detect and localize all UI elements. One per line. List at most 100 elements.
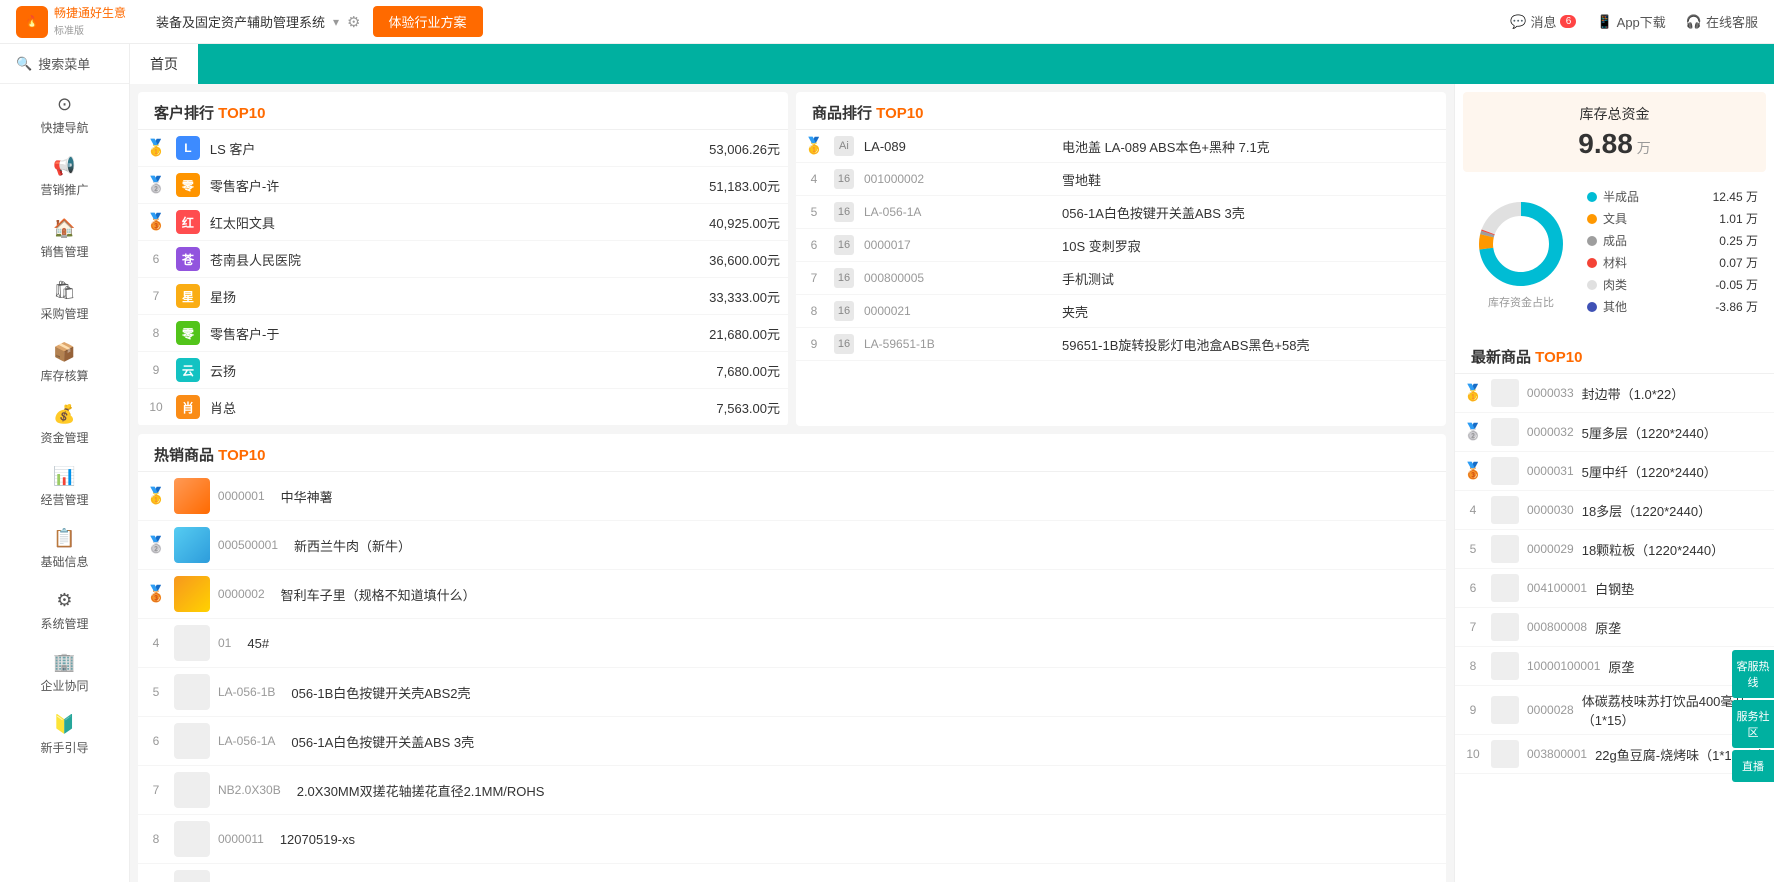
rank-badge-1: L (176, 136, 200, 160)
inventory-total-section: 库存总资金 9.88 万 (1463, 92, 1766, 172)
product-img-6 (174, 723, 210, 759)
service-community-btn[interactable]: 服务社区 (1732, 700, 1774, 748)
sales-icon: 🏠 (53, 218, 75, 239)
table-row[interactable]: 6 16 0000017 10S 变刺罗寂 (796, 229, 1446, 262)
inventory-unit: 万 (1637, 140, 1651, 156)
sidebar-item-enterprise[interactable]: 🏢 企业协同 (0, 642, 129, 704)
np-img-3 (1491, 457, 1519, 485)
system-selector[interactable]: 装备及固定资产辅助管理系统 ▾ ⚙ (156, 12, 361, 31)
np-img-10 (1491, 740, 1519, 768)
table-row[interactable]: 🥇 L LS 客户 53,006.26元 (138, 130, 788, 167)
rank-name-1: LS 客户 (210, 139, 699, 158)
sidebar-item-operation[interactable]: 📊 经营管理 (0, 456, 129, 518)
table-row[interactable]: 🥈 零 零售客户-许 51,183.00元 (138, 167, 788, 204)
legend-item-1: 文具 1.01 万 (1587, 210, 1758, 227)
search-icon: 🔍 (16, 56, 32, 72)
list-item[interactable]: 4 0000030 18多层（1220*2440） (1455, 491, 1774, 530)
table-row[interactable]: 4 16 001000002 雪地鞋 (796, 163, 1446, 196)
message-btn[interactable]: 💬 消息 6 (1510, 12, 1576, 31)
list-item[interactable]: 🥇 0000001 中华神薯 (138, 472, 1446, 521)
medal-3-icon: 🥉 (146, 212, 166, 232)
list-item[interactable]: 5 0000029 18颗粒板（1220*2440） (1455, 530, 1774, 569)
tab-home[interactable]: 首页 (130, 44, 198, 84)
table-row[interactable]: 7 16 000800005 手机测试 (796, 262, 1446, 295)
table-row[interactable]: 10 肖 肖总 7,563.00元 (138, 389, 788, 426)
table-row[interactable]: 6 苍 苍南县人民医院 36,600.00元 (138, 241, 788, 278)
app-download-btn[interactable]: 📱 App下载 (1596, 12, 1665, 31)
main-layout: 🔍 搜索菜单 ⊙ 快捷导航 📢 营销推广 🏠 销售管理 🛍 采购管理 📦 库存核… (0, 44, 1774, 882)
inventory-amount: 9.88 (1578, 128, 1633, 159)
product-img-1 (174, 478, 210, 514)
search-menu-btn[interactable]: 🔍 搜索菜单 (0, 44, 129, 84)
basic-icon: 📋 (53, 528, 75, 549)
table-row[interactable]: 🥉 红 红太阳文具 40,925.00元 (138, 204, 788, 241)
legend-dot-3 (1587, 258, 1597, 268)
table-row[interactable]: 9 云 云扬 7,680.00元 (138, 352, 788, 389)
table-row[interactable]: 8 16 0000021 夹壳 (796, 295, 1446, 328)
list-item[interactable]: 8 0000011 12070519-xs (138, 815, 1446, 864)
list-item[interactable]: 7 000800008 原垄 (1455, 608, 1774, 647)
customer-service-btn[interactable]: 客服热线 (1732, 650, 1774, 698)
list-item[interactable]: 🥇 0000033 封边带（1.0*22） (1455, 374, 1774, 413)
customer-ranking-section: 客户排行 TOP10 🥇 L LS 客户 53,006.26元 (138, 92, 788, 426)
table-row[interactable]: 🥇 Ai LA-089 电池盖 LA-089 ABS本色+黑种 7.1克 (796, 130, 1446, 163)
table-row[interactable]: 5 16 LA-056-1A 056-1A白色按键开关盖ABS 3壳 (796, 196, 1446, 229)
trial-button[interactable]: 体验行业方案 (373, 6, 483, 37)
sidebar-item-marketing[interactable]: 📢 营销推广 (0, 146, 129, 208)
list-item[interactable]: 🥈 000500001 新西兰牛肉（新牛） (138, 521, 1446, 570)
sidebar-item-quick-nav[interactable]: ⊙ 快捷导航 (0, 84, 129, 146)
phone-icon: 📱 (1596, 14, 1612, 30)
gear-icon[interactable]: ⚙ (347, 13, 360, 31)
page-content: 客户排行 TOP10 🥇 L LS 客户 53,006.26元 (130, 84, 1774, 882)
inventory-icon: 📦 (53, 342, 75, 363)
np-img-8 (1491, 652, 1519, 680)
enterprise-icon: 🏢 (53, 652, 75, 673)
legend-dot-2 (1587, 236, 1597, 246)
np-img-1 (1491, 379, 1519, 407)
list-item[interactable]: 8 10000100001 原垄 (1455, 647, 1774, 686)
list-item[interactable]: 4 01 45# (138, 619, 1446, 668)
medal-1-icon: 🥇 (146, 138, 166, 158)
rank-badge-5: 星 (176, 284, 200, 308)
list-item[interactable]: 5 LA-056-1B 056-1B白色按键开关壳ABS2壳 (138, 668, 1446, 717)
sidebar-item-purchase[interactable]: 🛍 采购管理 (0, 270, 129, 332)
table-row[interactable]: 9 16 LA-59651-1B 59651-1B旋转投影灯电池盒ABS黑色+5… (796, 328, 1446, 361)
purchase-icon: 🛍 (53, 280, 76, 301)
new-products-title: 最新商品 TOP10 (1455, 336, 1774, 373)
product-img-3 (174, 576, 210, 612)
list-item[interactable]: 9 0000028 体碳荔枝味苏打饮品400毫升（1*15） (1455, 686, 1774, 735)
sidebar-item-basic[interactable]: 📋 基础信息 (0, 518, 129, 580)
system-icon: ⚙ (56, 590, 72, 611)
sidebar-item-sales[interactable]: 🏠 销售管理 (0, 208, 129, 270)
list-item[interactable]: 10 003800001 22g鱼豆腐-烧烤味（1*12*20） (1455, 735, 1774, 774)
np-img-5 (1491, 535, 1519, 563)
sidebar-item-finance[interactable]: 💰 资金管理 (0, 394, 129, 456)
live-btn[interactable]: 直播 (1732, 750, 1774, 782)
table-row[interactable]: 7 星 星扬 33,333.00元 (138, 278, 788, 315)
list-item[interactable]: 🥈 0000032 5厘多层（1220*2440） (1455, 413, 1774, 452)
operation-icon: 📊 (53, 466, 75, 487)
list-item[interactable]: 6 004100001 白钢垫 (1455, 569, 1774, 608)
list-item[interactable]: 🥉 0000002 智利车子里（规格不知道填什么） (138, 570, 1446, 619)
sidebar-item-system[interactable]: ⚙ 系统管理 (0, 580, 129, 642)
legend-item-2: 成品 0.25 万 (1587, 232, 1758, 249)
list-item[interactable]: 7 NB2.0X30B 2.0X30MM双搓花轴搓花直径2.1MM/ROHS (138, 766, 1446, 815)
new-products-list: 🥇 0000033 封边带（1.0*22） 🥈 0000032 5厘多层（122… (1455, 374, 1774, 774)
float-panel: 客服热线 服务社区 直播 (1732, 650, 1774, 782)
online-service-btn[interactable]: 🎧 在线客服 (1686, 12, 1758, 31)
dropdown-arrow-icon[interactable]: ▾ (333, 15, 339, 29)
rank-badge-2: 零 (176, 173, 200, 197)
table-row[interactable]: 8 零 零售客户-于 21,680.00元 (138, 315, 788, 352)
list-item[interactable]: 9 KK-SD22110H 花语萌恒温分腿睡袋（厚款） (138, 864, 1446, 882)
np-img-6 (1491, 574, 1519, 602)
sidebar-item-inventory[interactable]: 📦 库存核算 (0, 332, 129, 394)
sidebar-item-guide[interactable]: 🔰 新手引导 (0, 704, 129, 766)
donut-chart-container: 库存资金占比 半成品 12.45 万 文具 1.01 万 (1455, 180, 1774, 328)
logo-text: 畅捷通好生意 (54, 6, 126, 22)
np-img-2 (1491, 418, 1519, 446)
headset-icon: 🎧 (1686, 14, 1702, 30)
legend-item-5: 其他 -3.86 万 (1587, 298, 1758, 315)
medal-2-icon: 🥈 (146, 175, 166, 195)
list-item[interactable]: 6 LA-056-1A 056-1A白色按键开关盖ABS 3壳 (138, 717, 1446, 766)
list-item[interactable]: 🥉 0000031 5厘中纤（1220*2440） (1455, 452, 1774, 491)
